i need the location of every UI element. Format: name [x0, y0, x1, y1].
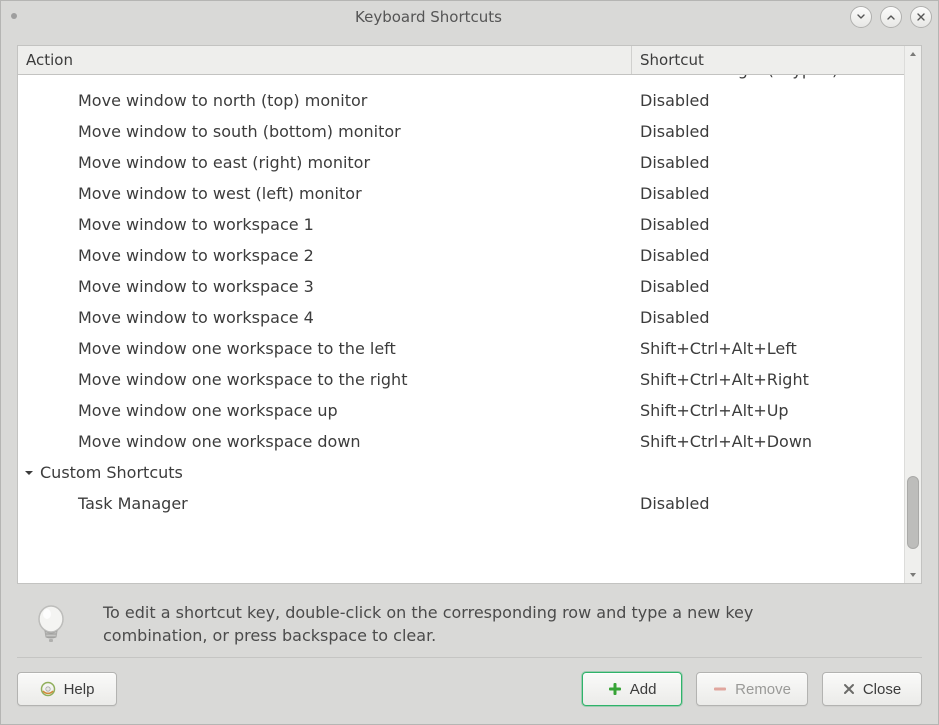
- help-button-label: Help: [64, 681, 95, 698]
- cell-shortcut: Ctrl+Alt+Begin (keypad): [632, 75, 904, 79]
- scrollbar-thumb[interactable]: [907, 476, 919, 549]
- cell-action: Custom Shortcuts: [18, 463, 632, 482]
- table-row[interactable]: Move window one workspace to the leftShi…: [18, 333, 904, 364]
- cell-action: Move window one workspace down: [18, 432, 632, 451]
- window-controls: [850, 6, 932, 28]
- table-row[interactable]: Move window to center of screenCtrl+Alt+…: [18, 75, 904, 85]
- minus-icon: [713, 682, 727, 696]
- cell-action: Move window to east (right) monitor: [18, 153, 632, 172]
- table-header: Action Shortcut: [18, 46, 904, 75]
- shortcut-table-viewport: Action Shortcut Move window to center of…: [18, 46, 904, 583]
- remove-button: Remove: [696, 672, 808, 706]
- cell-shortcut: Disabled: [632, 246, 904, 265]
- cell-shortcut: Disabled: [632, 277, 904, 296]
- close-button[interactable]: [910, 6, 932, 28]
- remove-button-label: Remove: [735, 681, 791, 698]
- keyboard-shortcuts-window: Keyboard Shortcuts Action Shortcut M: [0, 0, 939, 725]
- table-row[interactable]: Move window one workspace to the rightSh…: [18, 364, 904, 395]
- scrollbar-track[interactable]: [907, 62, 919, 567]
- cell-action: Move window to west (left) monitor: [18, 184, 632, 203]
- minimize-button[interactable]: [850, 6, 872, 28]
- cell-shortcut: Disabled: [632, 308, 904, 327]
- close-icon: [843, 683, 855, 695]
- titlebar: Keyboard Shortcuts: [1, 1, 938, 33]
- table-row[interactable]: Move window to workspace 3Disabled: [18, 271, 904, 302]
- hint-row: To edit a shortcut key, double-click on …: [17, 584, 922, 657]
- table-row[interactable]: Move window to south (bottom) monitorDis…: [18, 116, 904, 147]
- window-title: Keyboard Shortcuts: [7, 8, 850, 26]
- column-header-action[interactable]: Action: [18, 46, 632, 74]
- cell-shortcut: Disabled: [632, 215, 904, 234]
- cell-action: Move window one workspace to the left: [18, 339, 632, 358]
- scroll-down-arrow[interactable]: [905, 567, 921, 583]
- cell-action: Move window to south (bottom) monitor: [18, 122, 632, 141]
- cell-shortcut: Disabled: [632, 153, 904, 172]
- cell-action: Move window one workspace up: [18, 401, 632, 420]
- cell-action: Move window to workspace 1: [18, 215, 632, 234]
- plus-icon: [608, 682, 622, 696]
- help-icon: [40, 681, 56, 697]
- close-dialog-button[interactable]: Close: [822, 672, 922, 706]
- shortcut-table: Action Shortcut Move window to center of…: [17, 45, 922, 584]
- add-button-label: Add: [630, 681, 657, 698]
- lightbulb-icon: [29, 603, 73, 647]
- table-row[interactable]: Move window one workspace downShift+Ctrl…: [18, 426, 904, 457]
- table-row[interactable]: Task ManagerDisabled: [18, 488, 904, 519]
- cell-shortcut: Disabled: [632, 91, 904, 110]
- cell-shortcut: Disabled: [632, 184, 904, 203]
- cell-action: Move window to workspace 3: [18, 277, 632, 296]
- group-row[interactable]: Custom Shortcuts: [18, 457, 904, 488]
- add-button[interactable]: Add: [582, 672, 682, 706]
- cell-shortcut: Shift+Ctrl+Alt+Up: [632, 401, 904, 420]
- cell-action: Move window to center of screen: [18, 75, 632, 79]
- expander-icon[interactable]: [24, 468, 34, 478]
- scroll-up-arrow[interactable]: [905, 46, 921, 62]
- cell-action: Task Manager: [18, 494, 632, 513]
- column-header-shortcut[interactable]: Shortcut: [632, 46, 904, 74]
- cell-action: Move window one workspace to the right: [18, 370, 632, 389]
- table-body: Move window to center of screenCtrl+Alt+…: [18, 75, 904, 583]
- table-row[interactable]: Move window to workspace 1Disabled: [18, 209, 904, 240]
- cell-shortcut: Shift+Ctrl+Alt+Left: [632, 339, 904, 358]
- table-row[interactable]: Move window to north (top) monitorDisabl…: [18, 85, 904, 116]
- help-button[interactable]: Help: [17, 672, 117, 706]
- hint-text: To edit a shortcut key, double-click on …: [103, 602, 803, 647]
- client-area: Action Shortcut Move window to center of…: [1, 33, 938, 657]
- table-row[interactable]: Move window to west (left) monitorDisabl…: [18, 178, 904, 209]
- cell-action: Move window to workspace 4: [18, 308, 632, 327]
- table-row[interactable]: Move window one workspace upShift+Ctrl+A…: [18, 395, 904, 426]
- table-row[interactable]: Move window to workspace 4Disabled: [18, 302, 904, 333]
- cell-shortcut: Shift+Ctrl+Alt+Right: [632, 370, 904, 389]
- table-row[interactable]: Move window to workspace 2Disabled: [18, 240, 904, 271]
- maximize-button[interactable]: [880, 6, 902, 28]
- cell-shortcut: Disabled: [632, 122, 904, 141]
- vertical-scrollbar[interactable]: [904, 46, 921, 583]
- close-button-label: Close: [863, 681, 901, 698]
- cell-shortcut: Shift+Ctrl+Alt+Down: [632, 432, 904, 451]
- cell-shortcut: Disabled: [632, 494, 904, 513]
- cell-action: Move window to workspace 2: [18, 246, 632, 265]
- table-row[interactable]: Move window to east (right) monitorDisab…: [18, 147, 904, 178]
- cell-action: Move window to north (top) monitor: [18, 91, 632, 110]
- button-bar: Help Add Remove: [1, 658, 938, 724]
- window-menu-dot[interactable]: [11, 13, 17, 19]
